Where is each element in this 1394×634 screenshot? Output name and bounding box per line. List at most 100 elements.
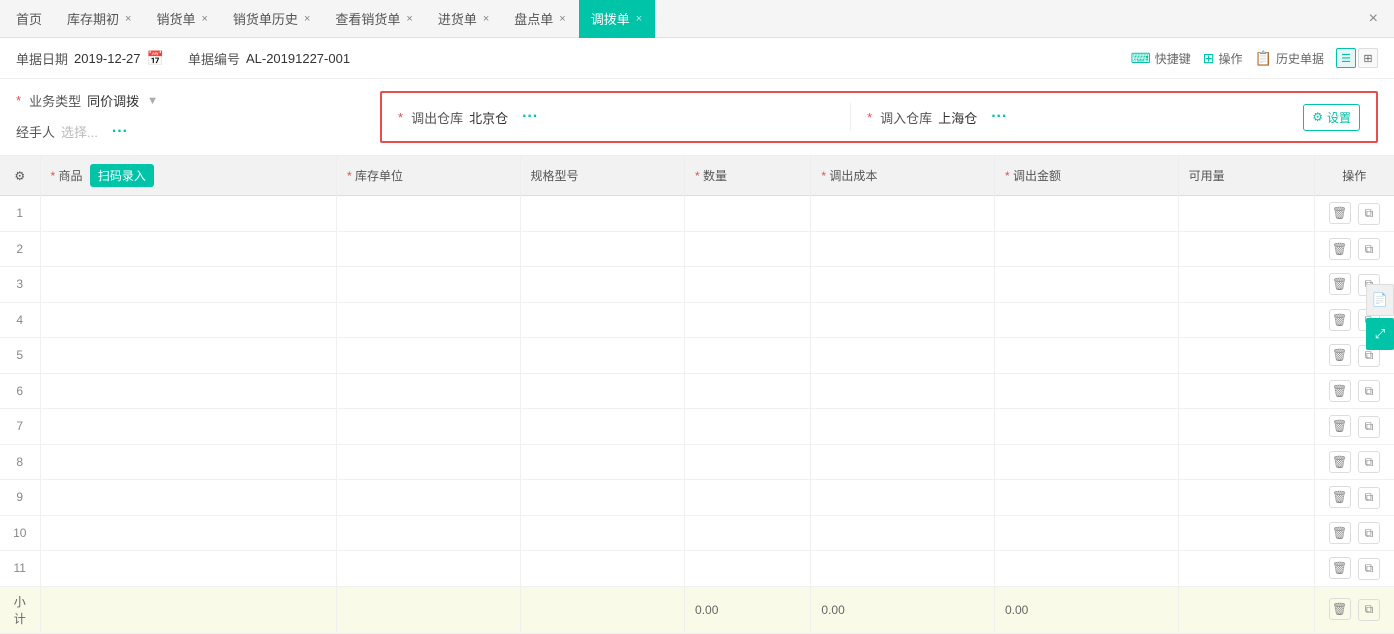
tab-home[interactable]: 首页 bbox=[4, 0, 55, 38]
cell-product[interactable] bbox=[40, 409, 336, 445]
cell-cost[interactable] bbox=[811, 515, 995, 551]
cell-spec[interactable] bbox=[520, 480, 684, 516]
person-more-icon[interactable]: ··· bbox=[112, 123, 128, 141]
cell-amount[interactable] bbox=[994, 551, 1178, 587]
copy-icon[interactable]: ⧉ bbox=[1358, 451, 1380, 473]
shortcut-button[interactable]: ⌨ 快捷键 bbox=[1131, 50, 1191, 67]
col-gear[interactable]: ⚙ bbox=[0, 156, 40, 196]
cell-cost[interactable] bbox=[811, 231, 995, 267]
delete-icon[interactable]: 🗑 bbox=[1329, 557, 1351, 579]
cell-quantity[interactable] bbox=[685, 267, 811, 303]
tab-close-sales-history[interactable]: × bbox=[304, 13, 310, 25]
cell-product[interactable] bbox=[40, 338, 336, 374]
cell-amount[interactable] bbox=[994, 267, 1178, 303]
cell-cost[interactable] bbox=[811, 196, 995, 232]
cell-cost[interactable] bbox=[811, 373, 995, 409]
cell-unit[interactable] bbox=[336, 302, 520, 338]
cell-quantity[interactable] bbox=[685, 196, 811, 232]
cell-product[interactable] bbox=[40, 302, 336, 338]
cell-product[interactable] bbox=[40, 196, 336, 232]
tab-close-stocktake[interactable]: × bbox=[559, 13, 565, 25]
delete-icon[interactable]: 🗑 bbox=[1329, 309, 1351, 331]
cell-available[interactable] bbox=[1178, 515, 1314, 551]
warehouse-in-more-icon[interactable]: ··· bbox=[991, 108, 1007, 126]
cell-quantity[interactable] bbox=[685, 373, 811, 409]
cell-spec[interactable] bbox=[520, 338, 684, 374]
cell-cost[interactable] bbox=[811, 480, 995, 516]
cell-unit[interactable] bbox=[336, 267, 520, 303]
cell-quantity[interactable] bbox=[685, 444, 811, 480]
cell-cost[interactable] bbox=[811, 302, 995, 338]
cell-spec[interactable] bbox=[520, 551, 684, 587]
settings-button[interactable]: ⚙ 设置 bbox=[1303, 104, 1360, 131]
float-expand-button[interactable]: ⤢ bbox=[1366, 318, 1394, 350]
copy-icon[interactable]: ⧉ bbox=[1358, 487, 1380, 509]
cell-unit[interactable] bbox=[336, 551, 520, 587]
tab-close-view-sales[interactable]: × bbox=[406, 13, 412, 25]
tab-inventory-init[interactable]: 库存期初 × bbox=[55, 0, 144, 38]
cell-available[interactable] bbox=[1178, 551, 1314, 587]
cell-quantity[interactable] bbox=[685, 302, 811, 338]
cell-product[interactable] bbox=[40, 373, 336, 409]
cell-cost[interactable] bbox=[811, 444, 995, 480]
cell-product[interactable] bbox=[40, 480, 336, 516]
cell-amount[interactable] bbox=[994, 373, 1178, 409]
cell-amount[interactable] bbox=[994, 302, 1178, 338]
cell-unit[interactable] bbox=[336, 480, 520, 516]
tab-purchase-order[interactable]: 进货单 × bbox=[426, 0, 502, 38]
cell-unit[interactable] bbox=[336, 444, 520, 480]
copy-icon[interactable]: ⧉ bbox=[1358, 203, 1380, 225]
tab-sales-history[interactable]: 销货单历史 × bbox=[221, 0, 323, 38]
delete-icon[interactable]: 🗑 bbox=[1329, 273, 1351, 295]
scan-button[interactable]: 扫码录入 bbox=[90, 164, 154, 187]
subtotal-delete-icon[interactable]: 🗑 bbox=[1329, 598, 1351, 620]
subtotal-copy-icon[interactable]: ⧉ bbox=[1358, 599, 1380, 621]
layout-grid-button[interactable]: ⊞ bbox=[1358, 48, 1378, 68]
cell-quantity[interactable] bbox=[685, 409, 811, 445]
cell-product[interactable] bbox=[40, 231, 336, 267]
delete-icon[interactable]: 🗑 bbox=[1329, 344, 1351, 366]
cell-available[interactable] bbox=[1178, 444, 1314, 480]
cell-unit[interactable] bbox=[336, 515, 520, 551]
float-doc-button[interactable]: 📄 bbox=[1366, 284, 1394, 316]
cell-available[interactable] bbox=[1178, 409, 1314, 445]
cell-cost[interactable] bbox=[811, 338, 995, 374]
tab-stocktake[interactable]: 盘点单 × bbox=[502, 0, 578, 38]
cell-available[interactable] bbox=[1178, 480, 1314, 516]
cell-spec[interactable] bbox=[520, 302, 684, 338]
tab-transfer[interactable]: 调拨单 × bbox=[579, 0, 655, 38]
cell-quantity[interactable] bbox=[685, 338, 811, 374]
cell-unit[interactable] bbox=[336, 409, 520, 445]
warehouse-out-more-icon[interactable]: ··· bbox=[522, 108, 538, 126]
cell-amount[interactable] bbox=[994, 338, 1178, 374]
cell-amount[interactable] bbox=[994, 409, 1178, 445]
delete-icon[interactable]: 🗑 bbox=[1329, 522, 1351, 544]
tab-close-sales-order[interactable]: × bbox=[201, 13, 207, 25]
business-type-select[interactable]: 同价调拨 ▼ bbox=[87, 91, 207, 110]
copy-icon[interactable]: ⧉ bbox=[1358, 522, 1380, 544]
cell-spec[interactable] bbox=[520, 196, 684, 232]
layout-list-button[interactable]: ☰ bbox=[1336, 48, 1356, 68]
delete-icon[interactable]: 🗑 bbox=[1329, 238, 1351, 260]
delete-icon[interactable]: 🗑 bbox=[1329, 380, 1351, 402]
delete-icon[interactable]: 🗑 bbox=[1329, 202, 1351, 224]
cell-quantity[interactable] bbox=[685, 515, 811, 551]
cell-quantity[interactable] bbox=[685, 480, 811, 516]
cell-available[interactable] bbox=[1178, 302, 1314, 338]
cell-amount[interactable] bbox=[994, 480, 1178, 516]
copy-icon[interactable]: ⧉ bbox=[1358, 238, 1380, 260]
person-select[interactable]: 选择... bbox=[61, 122, 98, 141]
delete-icon[interactable]: 🗑 bbox=[1329, 415, 1351, 437]
copy-icon[interactable]: ⧉ bbox=[1358, 558, 1380, 580]
tab-close-inventory-init[interactable]: × bbox=[125, 13, 131, 25]
cell-spec[interactable] bbox=[520, 267, 684, 303]
cell-amount[interactable] bbox=[994, 231, 1178, 267]
cell-available[interactable] bbox=[1178, 196, 1314, 232]
cell-amount[interactable] bbox=[994, 515, 1178, 551]
tab-sales-order[interactable]: 销货单 × bbox=[144, 0, 220, 38]
cell-product[interactable] bbox=[40, 551, 336, 587]
operation-button[interactable]: ⊞ 操作 bbox=[1203, 50, 1243, 67]
delete-icon[interactable]: 🗑 bbox=[1329, 451, 1351, 473]
cell-amount[interactable] bbox=[994, 444, 1178, 480]
cell-cost[interactable] bbox=[811, 409, 995, 445]
